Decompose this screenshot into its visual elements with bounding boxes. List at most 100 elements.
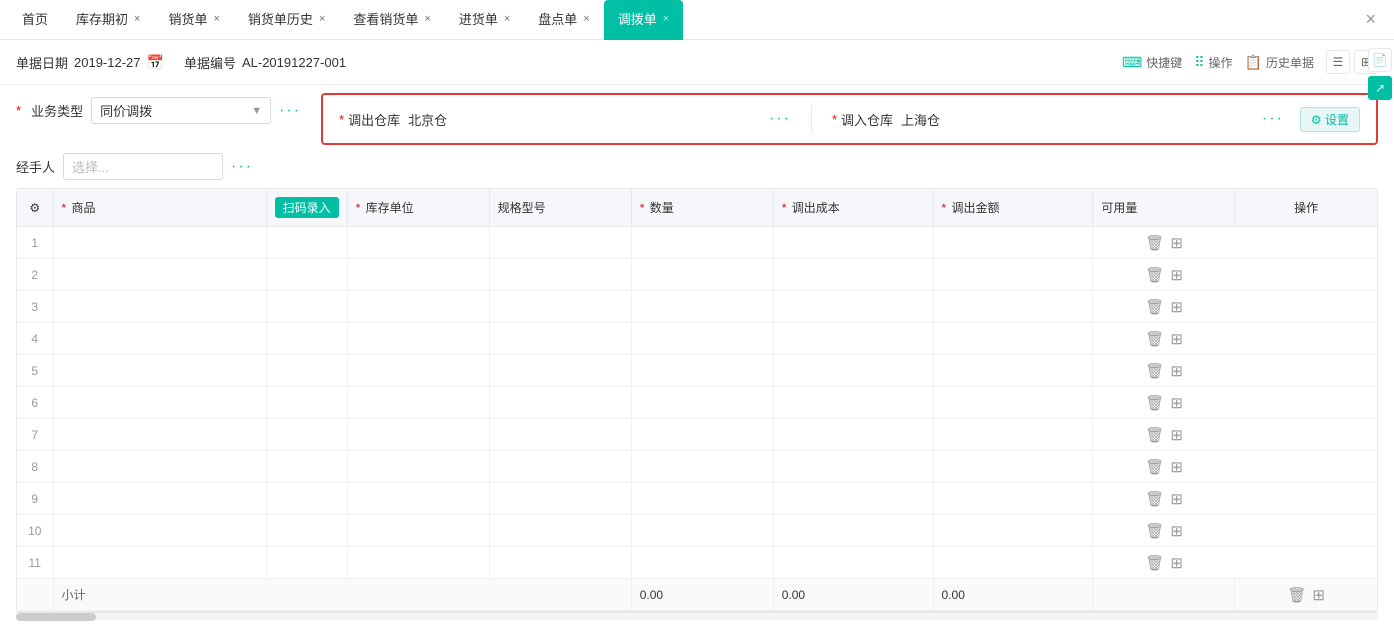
row-product[interactable] <box>53 259 266 291</box>
copy-row-icon[interactable]: ⊞ <box>1170 266 1183 284</box>
row-spec[interactable] <box>347 227 489 259</box>
tab-close-view-sales[interactable]: × <box>424 13 430 25</box>
row-available[interactable] <box>933 227 1093 259</box>
warehouse-out-more-button[interactable]: ··· <box>769 110 791 128</box>
row-qty[interactable] <box>489 451 631 483</box>
row-qty[interactable] <box>489 547 631 579</box>
row-available[interactable] <box>933 515 1093 547</box>
business-more-button[interactable]: ··· <box>279 102 301 120</box>
row-unit[interactable] <box>266 419 347 451</box>
tab-close-sales[interactable]: × <box>213 13 219 25</box>
row-amount[interactable] <box>773 259 933 291</box>
tab-sales[interactable]: 销货单 × <box>154 0 233 40</box>
row-spec[interactable] <box>347 355 489 387</box>
row-amount[interactable] <box>773 419 933 451</box>
warehouse-out-value[interactable]: 北京仓 <box>408 110 447 129</box>
tab-close-purchase[interactable]: × <box>504 13 510 25</box>
panel-doc-btn[interactable]: 📄 <box>1368 48 1392 72</box>
delete-row-icon[interactable]: 🗑 <box>1145 234 1164 252</box>
row-qty[interactable] <box>489 355 631 387</box>
row-qty[interactable] <box>489 515 631 547</box>
tab-stock-init[interactable]: 库存期初 × <box>62 0 154 40</box>
col-scan[interactable]: 扫码录入 <box>266 189 347 227</box>
tab-purchase[interactable]: 进货单 × <box>445 0 524 40</box>
row-qty[interactable] <box>489 483 631 515</box>
copy-row-icon[interactable]: ⊞ <box>1170 554 1183 572</box>
row-qty[interactable] <box>489 387 631 419</box>
delete-row-icon[interactable]: 🗑 <box>1145 522 1164 540</box>
delete-row-icon[interactable]: 🗑 <box>1145 458 1164 476</box>
copy-row-icon[interactable]: ⊞ <box>1170 522 1183 540</box>
row-available[interactable] <box>933 323 1093 355</box>
copy-row-icon[interactable]: ⊞ <box>1170 298 1183 316</box>
row-amount[interactable] <box>773 355 933 387</box>
row-product[interactable] <box>53 451 266 483</box>
scroll-thumb[interactable] <box>16 613 96 621</box>
warehouse-in-more-button[interactable]: ··· <box>1262 110 1284 128</box>
row-qty[interactable] <box>489 259 631 291</box>
delete-row-icon[interactable]: 🗑 <box>1145 330 1164 348</box>
row-cost[interactable] <box>631 547 773 579</box>
shortcut-button[interactable]: ⌨ 快捷键 <box>1122 54 1182 71</box>
row-amount[interactable] <box>773 547 933 579</box>
row-spec[interactable] <box>347 259 489 291</box>
subtotal-delete-icon[interactable]: 🗑 <box>1287 586 1306 604</box>
delete-row-icon[interactable]: 🗑 <box>1145 266 1164 284</box>
row-amount[interactable] <box>773 227 933 259</box>
row-spec[interactable] <box>347 451 489 483</box>
row-cost[interactable] <box>631 227 773 259</box>
row-spec[interactable] <box>347 547 489 579</box>
row-unit[interactable] <box>266 259 347 291</box>
delete-row-icon[interactable]: 🗑 <box>1145 490 1164 508</box>
date-value[interactable]: 2019-12-27 <box>74 55 141 70</box>
row-unit[interactable] <box>266 387 347 419</box>
row-cost[interactable] <box>631 451 773 483</box>
tab-close-stock-init[interactable]: × <box>134 13 140 25</box>
copy-row-icon[interactable]: ⊞ <box>1170 330 1183 348</box>
business-select[interactable]: 同价调拨 ▼ <box>91 97 271 124</box>
window-close-button[interactable]: × <box>1355 9 1386 30</box>
row-spec[interactable] <box>347 419 489 451</box>
row-cost[interactable] <box>631 355 773 387</box>
row-product[interactable] <box>53 355 266 387</box>
copy-row-icon[interactable]: ⊞ <box>1170 394 1183 412</box>
copy-row-icon[interactable]: ⊞ <box>1170 458 1183 476</box>
row-product[interactable] <box>53 483 266 515</box>
row-cost[interactable] <box>631 387 773 419</box>
horizontal-scrollbar[interactable] <box>16 612 1378 620</box>
scan-button[interactable]: 扫码录入 <box>275 197 339 218</box>
delete-row-icon[interactable]: 🗑 <box>1145 298 1164 316</box>
row-product[interactable] <box>53 227 266 259</box>
row-spec[interactable] <box>347 483 489 515</box>
row-qty[interactable] <box>489 291 631 323</box>
calendar-icon[interactable]: 📅 <box>147 54 164 71</box>
row-available[interactable] <box>933 483 1093 515</box>
row-qty[interactable] <box>489 323 631 355</box>
row-amount[interactable] <box>773 483 933 515</box>
handler-more-button[interactable]: ··· <box>231 158 253 176</box>
delete-row-icon[interactable]: 🗑 <box>1145 426 1164 444</box>
row-amount[interactable] <box>773 323 933 355</box>
copy-row-icon[interactable]: ⊞ <box>1170 362 1183 380</box>
tab-close-sales-history[interactable]: × <box>319 13 325 25</box>
delete-row-icon[interactable]: 🗑 <box>1145 362 1164 380</box>
row-product[interactable] <box>53 419 266 451</box>
row-amount[interactable] <box>773 515 933 547</box>
tab-inventory[interactable]: 盘点单 × <box>524 0 603 40</box>
row-spec[interactable] <box>347 291 489 323</box>
row-unit[interactable] <box>266 323 347 355</box>
row-available[interactable] <box>933 259 1093 291</box>
row-unit[interactable] <box>266 355 347 387</box>
row-product[interactable] <box>53 547 266 579</box>
tab-transfer[interactable]: 调拨单 × <box>604 0 683 40</box>
row-product[interactable] <box>53 515 266 547</box>
row-spec[interactable] <box>347 323 489 355</box>
row-spec[interactable] <box>347 387 489 419</box>
settings-button[interactable]: ⚙ 设置 <box>1300 107 1360 132</box>
row-unit[interactable] <box>266 547 347 579</box>
copy-row-icon[interactable]: ⊞ <box>1170 490 1183 508</box>
tab-home[interactable]: 首页 <box>8 0 62 40</box>
copy-row-icon[interactable]: ⊞ <box>1170 426 1183 444</box>
delete-row-icon[interactable]: 🗑 <box>1145 554 1164 572</box>
row-qty[interactable] <box>489 227 631 259</box>
